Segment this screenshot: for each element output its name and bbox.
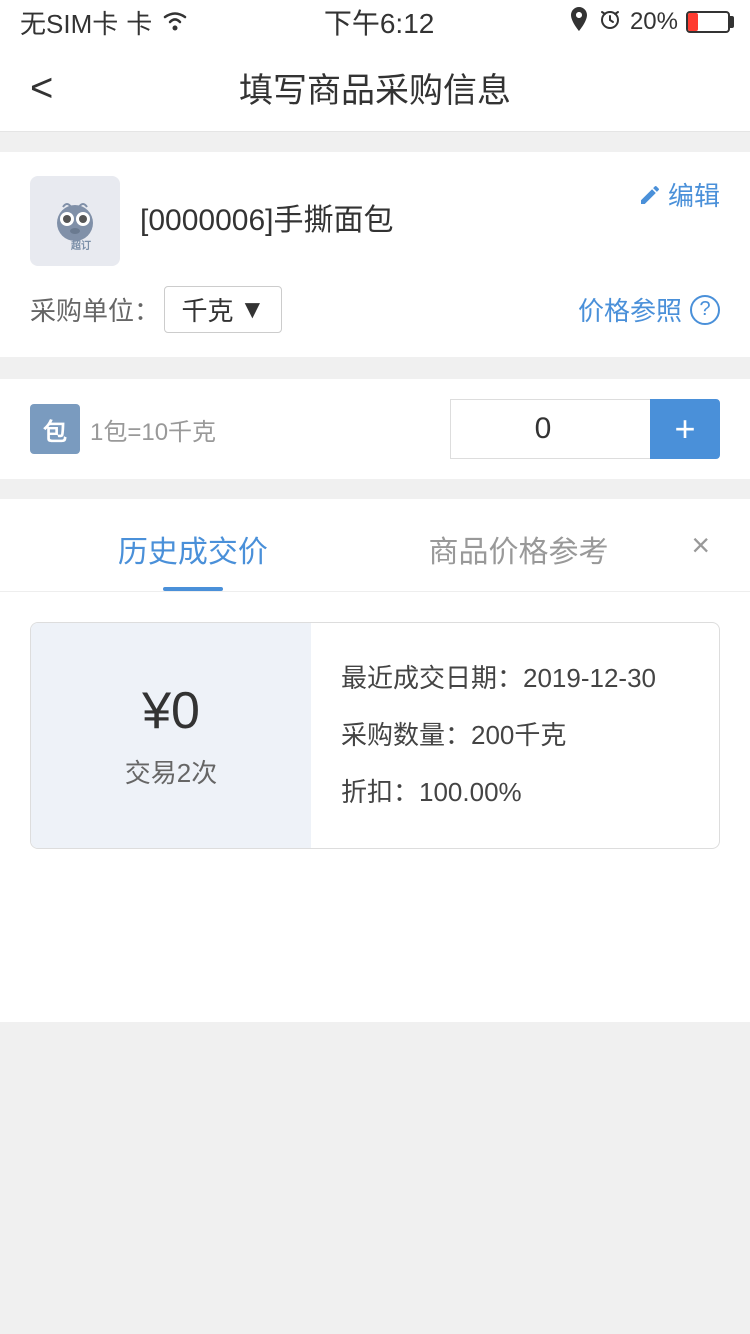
status-left: 无SIM卡 卡 (20, 4, 190, 41)
unit-section: 采购单位： 千克 ▼ (30, 286, 282, 333)
product-left: 超订 [0000006]手撕面包 (30, 176, 393, 266)
nav-bar: < 填写商品采购信息 (0, 44, 750, 132)
battery-icon (686, 11, 730, 33)
product-image-icon: 超订 (45, 191, 105, 251)
discount-row: 折扣：100.00% (341, 773, 689, 812)
alarm-icon (598, 7, 622, 38)
price-main-value: ¥0 (142, 681, 200, 741)
product-thumbnail: 超订 (30, 176, 120, 266)
product-card: 超订 [0000006]手撕面包 编辑 采购单位： 千克 ▼ 价格参照 ? (0, 152, 750, 357)
svg-text:超订: 超订 (70, 239, 91, 251)
increment-button[interactable]: + (650, 399, 720, 459)
product-header: 超订 [0000006]手撕面包 编辑 (30, 176, 720, 266)
price-info-card: ¥0 交易2次 最近成交日期：2019-12-30 采购数量：200千克 折扣：… (30, 622, 720, 849)
transaction-count: 交易2次 (125, 753, 217, 790)
quantity-input[interactable] (450, 399, 650, 459)
price-card-right: 最近成交日期：2019-12-30 采购数量：200千克 折扣：100.00% (311, 623, 719, 848)
back-button[interactable]: < (30, 68, 53, 108)
status-time: 下午6:12 (324, 2, 435, 42)
quantity-row: 包 1包=10千克 + (0, 379, 750, 479)
quantity-unit-section: 包 1包=10千克 (30, 404, 216, 454)
purchase-qty-row: 采购数量：200千克 (341, 716, 689, 755)
product-name: [0000006]手撕面包 (140, 200, 393, 242)
wifi-icon (160, 7, 190, 38)
unit-select-button[interactable]: 千克 ▼ (164, 286, 282, 333)
recent-date-row: 最近成交日期：2019-12-30 (341, 659, 689, 698)
tab-history-price[interactable]: 历史成交价 (30, 499, 356, 591)
chevron-down-icon: ▼ (239, 294, 265, 325)
tab-header: 历史成交价 商品价格参考 × (0, 499, 750, 592)
page-title: 填写商品采购信息 (239, 63, 511, 112)
status-bar: 无SIM卡 卡 下午6:12 20% (0, 0, 750, 44)
help-icon: ? (690, 295, 720, 325)
product-meta: 采购单位： 千克 ▼ 价格参照 ? (30, 286, 720, 333)
status-right: 20% (568, 6, 730, 39)
carrier-text: 无SIM卡 (20, 4, 118, 41)
carrier-sim: 卡 (126, 4, 152, 41)
quantity-input-area: + (450, 399, 720, 459)
location-icon (568, 6, 590, 39)
divider-1 (0, 357, 750, 377)
tab-product-price-ref[interactable]: 商品价格参考 (356, 499, 682, 591)
tab-content: ¥0 交易2次 最近成交日期：2019-12-30 采购数量：200千克 折扣：… (0, 622, 750, 1022)
edit-icon (638, 183, 662, 207)
tab-close-button[interactable]: × (681, 509, 720, 581)
price-card-left: ¥0 交易2次 (31, 623, 311, 848)
price-reference-button[interactable]: 价格参照 ? (578, 291, 720, 328)
tab-section: 历史成交价 商品价格参考 × ¥0 交易2次 最近成交日期：2019-12-30 (0, 499, 750, 1022)
unit-box: 包 (30, 404, 80, 454)
edit-button[interactable]: 编辑 (638, 176, 720, 213)
battery-percent: 20% (630, 8, 678, 36)
